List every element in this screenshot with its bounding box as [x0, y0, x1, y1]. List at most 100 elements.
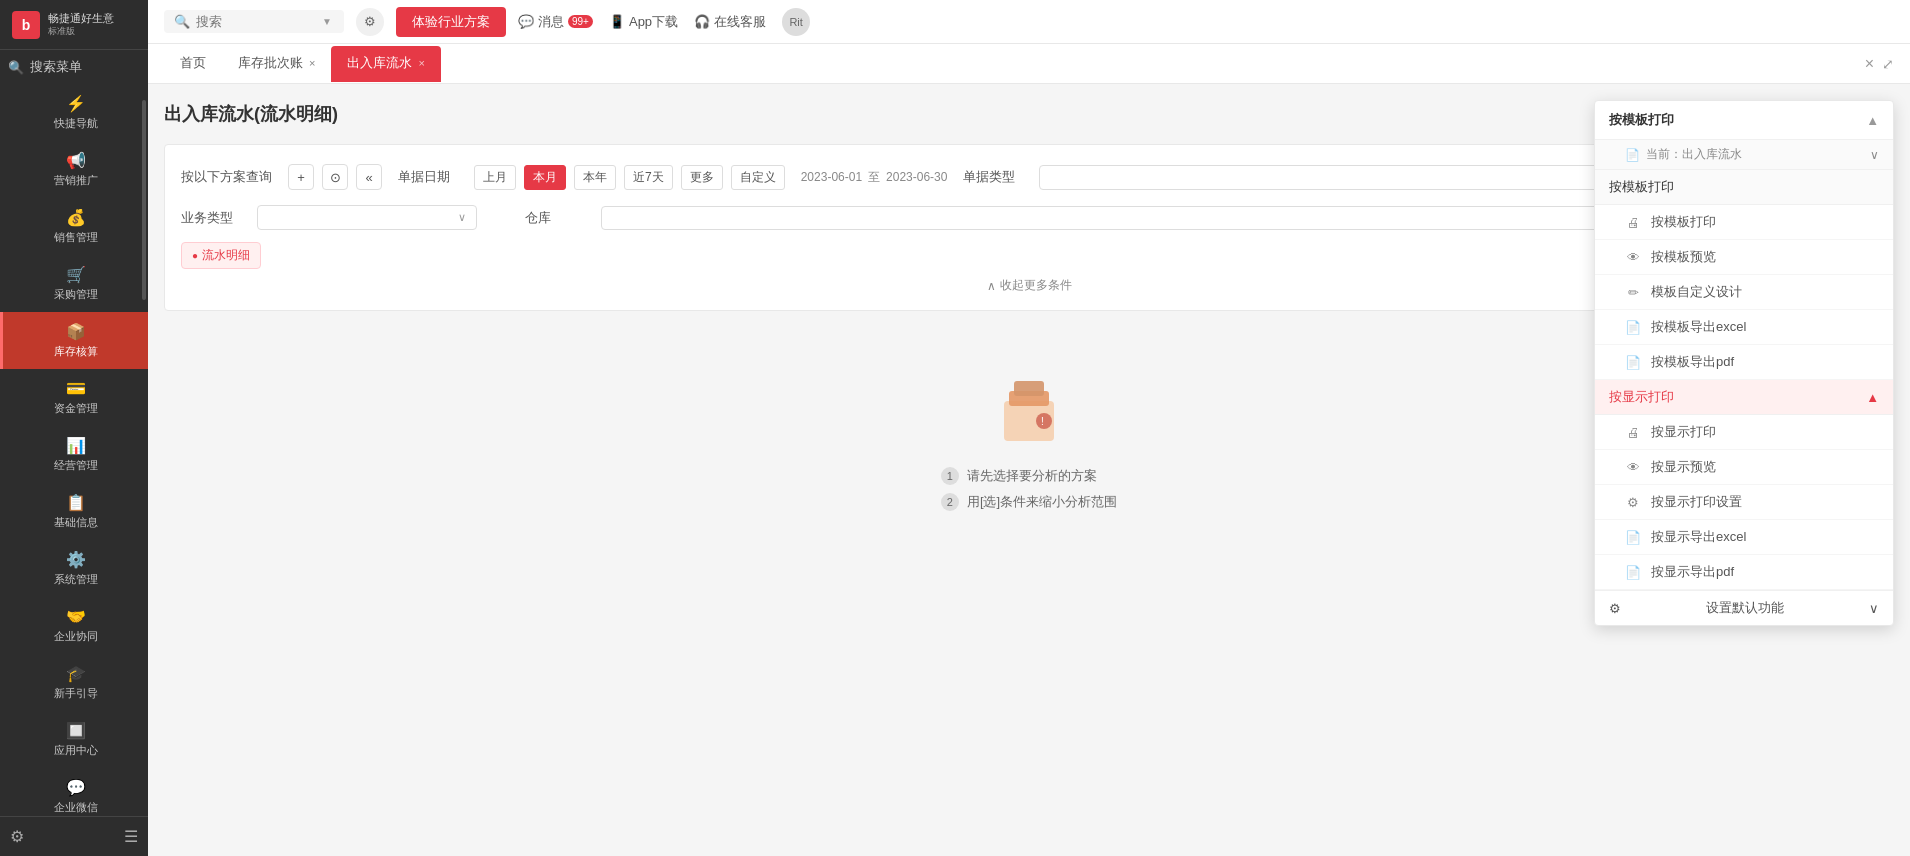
close-all-tabs-button[interactable]: × [1865, 55, 1874, 73]
online-service-button[interactable]: 🎧 在线客服 [694, 13, 766, 31]
dropdown-item-template-export-pdf[interactable]: 📄 按模板导出pdf [1595, 345, 1893, 380]
biz-type-select[interactable]: ∨ [257, 205, 477, 230]
sidebar-item-purchase[interactable]: 🛒 采购管理 [0, 255, 148, 312]
empty-steps-list: 1 请先选择要分析的方案 2 用[选]条件来缩小分析范围 [941, 467, 1117, 519]
dropdown-set-default-button[interactable]: ⚙ 设置默认功能 ∨ [1595, 590, 1893, 625]
item-label: 按显示导出excel [1651, 528, 1746, 546]
item-label: 按显示预览 [1651, 458, 1716, 476]
dropdown-header: 按模板打印 ▲ [1595, 101, 1893, 140]
step-2-text: 用[选]条件来缩小分析范围 [967, 493, 1117, 511]
message-badge: 99+ [568, 15, 593, 28]
dropdown-item-template-print[interactable]: 🖨 按模板打印 [1595, 205, 1893, 240]
collapse-label: 收起更多条件 [1000, 277, 1072, 294]
collapse-more-button[interactable]: ∧ 收起更多条件 [987, 277, 1072, 294]
sidebar-item-finance[interactable]: 💳 资金管理 [0, 369, 148, 426]
finance-icon: 💳 [66, 379, 86, 398]
sidebar: b 畅捷通好生意 标准版 🔍 搜索菜单 ⚡ 快捷导航 📢 营销推广 💰 销售管理… [0, 0, 148, 856]
sidebar-item-label: 经营管理 [54, 458, 98, 473]
print-icon: 🖨 [1625, 424, 1641, 440]
search-input[interactable] [196, 14, 316, 29]
date-filter-label: 单据日期 [398, 168, 458, 186]
svg-rect-2 [1014, 381, 1044, 396]
quick-nav-icon: ⚡ [66, 94, 86, 113]
filter-add-button[interactable]: + [288, 164, 314, 190]
sidebar-logo: b 畅捷通好生意 标准版 [0, 0, 148, 50]
sales-icon: 💰 [66, 208, 86, 227]
dropdown-item-display-print-settings[interactable]: ⚙ 按显示打印设置 [1595, 485, 1893, 520]
user-avatar[interactable]: Rit [782, 8, 810, 36]
date-btn-this-month[interactable]: 本月 [524, 165, 566, 190]
dropdown-item-display-export-excel[interactable]: 📄 按显示导出excel [1595, 520, 1893, 555]
warehouse-label: 仓库 [525, 209, 585, 227]
dropdown-item-template-export-excel[interactable]: 📄 按模板导出excel [1595, 310, 1893, 345]
current-icon: 📄 [1625, 148, 1640, 162]
date-range: 2023-06-01 至 2023-06-30 [801, 169, 948, 186]
sidebar-item-sales[interactable]: 💰 销售管理 [0, 198, 148, 255]
filter-collapse-button[interactable]: « [356, 164, 382, 190]
sidebar-item-enterprise[interactable]: 🤝 企业协同 [0, 597, 148, 654]
sidebar-item-guide[interactable]: 🎓 新手引导 [0, 654, 148, 711]
filter-tag-active[interactable]: ● 流水明细 [181, 242, 261, 269]
topbar-gear-button[interactable]: ⚙ [356, 8, 384, 36]
gear-icon: ⚙ [364, 14, 376, 29]
sidebar-item-app-center[interactable]: 🔲 应用中心 [0, 711, 148, 768]
system-icon: ⚙️ [66, 550, 86, 569]
set-default-icon: ⚙ [1609, 601, 1621, 616]
dropdown-item-template-custom[interactable]: ✏ 模板自定义设计 [1595, 275, 1893, 310]
marketing-icon: 📢 [66, 151, 86, 170]
sidebar-search[interactable]: 🔍 搜索菜单 [0, 50, 148, 84]
tab-inventory-batch[interactable]: 库存批次账 × [222, 46, 331, 82]
enterprise-wx-icon: 💬 [66, 778, 86, 797]
filter-tag-label: 流水明细 [202, 247, 250, 264]
filter-settings-button[interactable]: ⊙ [322, 164, 348, 190]
sidebar-menu-icon[interactable]: ☰ [124, 827, 138, 846]
biz-type-label: 业务类型 [181, 209, 241, 227]
message-label: 消息 [538, 13, 564, 31]
template-print-group-header[interactable]: 按模板打印 [1595, 170, 1893, 205]
sidebar-item-quick-nav[interactable]: ⚡ 快捷导航 [0, 84, 148, 141]
tab-inout-flow-label: 出入库流水 [347, 54, 412, 72]
dropdown-item-display-print[interactable]: 🖨 按显示打印 [1595, 415, 1893, 450]
tab-inout-flow-close[interactable]: × [418, 57, 424, 69]
page-title: 出入库流水(流水明细) [164, 102, 338, 126]
date-btn-last-month[interactable]: 上月 [474, 165, 516, 190]
trial-industry-button[interactable]: 体验行业方案 [396, 7, 506, 37]
sidebar-item-marketing[interactable]: 📢 营销推广 [0, 141, 148, 198]
sidebar-settings-icon[interactable]: ⚙ [10, 827, 24, 846]
set-default-arrow: ∨ [1869, 601, 1879, 616]
pdf-icon: 📄 [1625, 564, 1641, 580]
tab-inout-flow[interactable]: 出入库流水 × [331, 46, 440, 82]
sidebar-item-system[interactable]: ⚙️ 系统管理 [0, 540, 148, 597]
item-label: 按模板预览 [1651, 248, 1716, 266]
date-btn-custom[interactable]: 自定义 [731, 165, 785, 190]
item-label: 按模板打印 [1651, 213, 1716, 231]
dropdown-item-display-export-pdf[interactable]: 📄 按显示导出pdf [1595, 555, 1893, 590]
purchase-icon: 🛒 [66, 265, 86, 284]
doc-type-label: 单据类型 [963, 168, 1023, 186]
sidebar-item-label: 库存核算 [54, 344, 98, 359]
sidebar-item-operations[interactable]: 📊 经营管理 [0, 426, 148, 483]
date-btn-7days[interactable]: 近7天 [624, 165, 673, 190]
app-download-button[interactable]: 📱 App下载 [609, 13, 678, 31]
message-button[interactable]: 💬 消息 99+ [518, 13, 593, 31]
expand-tabs-button[interactable]: ⤢ [1882, 56, 1894, 72]
date-btn-more[interactable]: 更多 [681, 165, 723, 190]
tab-inventory-batch-close[interactable]: × [309, 57, 315, 69]
search-dropdown-arrow[interactable]: ▼ [322, 16, 332, 27]
sidebar-scrollbar[interactable] [142, 100, 146, 300]
sidebar-item-label: 采购管理 [54, 287, 98, 302]
dropdown-close-arrow[interactable]: ▲ [1866, 113, 1879, 128]
sidebar-item-basic-info[interactable]: 📋 基础信息 [0, 483, 148, 540]
current-text: 当前：出入库流水 [1646, 146, 1742, 163]
sidebar-item-inventory[interactable]: 📦 库存核算 [0, 312, 148, 369]
tab-home[interactable]: 首页 [164, 46, 222, 82]
current-arrow[interactable]: ∨ [1870, 148, 1879, 162]
display-print-group-arrow: ▲ [1866, 390, 1879, 405]
date-btn-this-year[interactable]: 本年 [574, 165, 616, 190]
sidebar-item-enterprise-wx[interactable]: 💬 企业微信 [0, 768, 148, 816]
dropdown-item-template-preview[interactable]: 👁 按模板预览 [1595, 240, 1893, 275]
topbar-search-box[interactable]: 🔍 ▼ [164, 10, 344, 33]
guide-icon: 🎓 [66, 664, 86, 683]
display-print-group-header[interactable]: 按显示打印 ▲ [1595, 380, 1893, 415]
dropdown-item-display-preview[interactable]: 👁 按显示预览 [1595, 450, 1893, 485]
